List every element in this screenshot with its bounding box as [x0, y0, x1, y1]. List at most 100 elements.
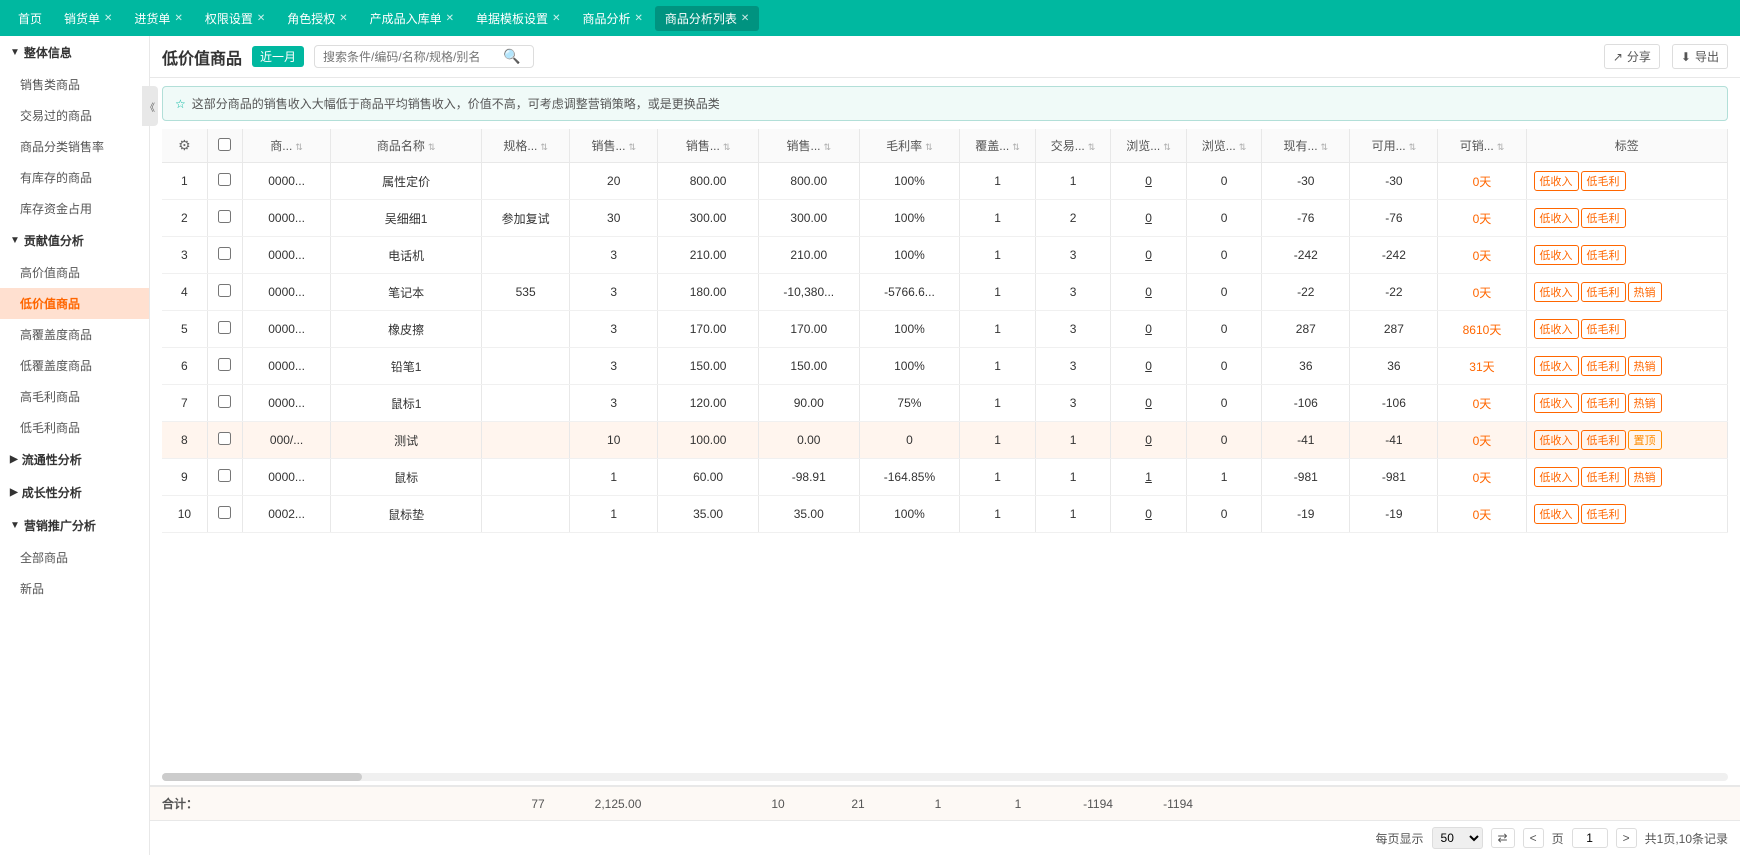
cell-browse1[interactable]: 0 — [1111, 422, 1187, 459]
first-page-button[interactable]: ⇄ — [1491, 828, 1515, 848]
browse1-link[interactable]: 0 — [1145, 396, 1152, 410]
cell-checkbox[interactable] — [207, 422, 242, 459]
scrollbar-thumb[interactable] — [162, 773, 362, 781]
nav-permission[interactable]: 权限设置 ✕ — [195, 6, 275, 31]
sidebar-item-high-margin[interactable]: 高毛利商品 — [0, 381, 149, 412]
nav-goods-analysis-list[interactable]: 商品分析列表 ✕ — [655, 6, 759, 31]
th-coverage[interactable]: 覆盖...⇅ — [960, 129, 1036, 163]
cell-browse1[interactable]: 0 — [1111, 200, 1187, 237]
sidebar-item-high-value[interactable]: 高价值商品 — [0, 257, 149, 288]
sidebar-item-sales-goods[interactable]: 销售类商品 — [0, 69, 149, 100]
th-stock[interactable]: 现有...⇅ — [1262, 129, 1350, 163]
row-checkbox[interactable] — [218, 432, 231, 445]
cell-browse1[interactable]: 1 — [1111, 459, 1187, 496]
th-avail[interactable]: 可用...⇅ — [1350, 129, 1438, 163]
browse1-link[interactable]: 0 — [1145, 359, 1152, 373]
browse1-link[interactable]: 1 — [1145, 470, 1152, 484]
row-checkbox[interactable] — [218, 469, 231, 482]
cell-checkbox[interactable] — [207, 311, 242, 348]
per-page-select[interactable]: 50 20 100 — [1432, 827, 1483, 849]
nav-home[interactable]: 首页 — [8, 6, 52, 31]
th-name[interactable]: 商品名称⇅ — [331, 129, 482, 163]
horizontal-scrollbar[interactable] — [162, 773, 1728, 781]
th-browse2[interactable]: 浏览...⇅ — [1186, 129, 1262, 163]
sidebar-item-stocked-goods[interactable]: 有库存的商品 — [0, 162, 149, 193]
th-sales-amount[interactable]: 销售...⇅ — [758, 129, 859, 163]
settings-icon[interactable]: ⚙ — [178, 137, 191, 153]
row-checkbox[interactable] — [218, 247, 231, 260]
sidebar-collapse-button[interactable]: 《 — [142, 86, 158, 126]
sidebar-item-high-coverage[interactable]: 高覆盖度商品 — [0, 319, 149, 350]
row-checkbox[interactable] — [218, 321, 231, 334]
th-spec[interactable]: 规格...⇅ — [482, 129, 570, 163]
row-checkbox[interactable] — [218, 210, 231, 223]
nav-product-inbound[interactable]: 产成品入库单 ✕ — [360, 6, 464, 31]
cell-browse1[interactable]: 0 — [1111, 237, 1187, 274]
select-all-checkbox[interactable] — [218, 138, 231, 151]
sidebar-item-low-margin[interactable]: 低毛利商品 — [0, 412, 149, 443]
browse1-link[interactable]: 0 — [1145, 322, 1152, 336]
row-checkbox[interactable] — [218, 358, 231, 371]
prev-page-button[interactable]: < — [1523, 828, 1544, 848]
next-page-button[interactable]: > — [1616, 828, 1637, 848]
export-button[interactable]: ⬇ 导出 — [1672, 44, 1728, 69]
th-margin[interactable]: 毛利率⇅ — [859, 129, 960, 163]
browse1-link[interactable]: 0 — [1145, 248, 1152, 262]
th-sales-price[interactable]: 销售...⇅ — [658, 129, 759, 163]
cell-browse1[interactable]: 0 — [1111, 385, 1187, 422]
cell-browse1[interactable]: 0 — [1111, 311, 1187, 348]
sidebar-item-all-goods[interactable]: 全部商品 — [0, 542, 149, 573]
nav-close-product[interactable]: ✕ — [446, 13, 454, 24]
search-input[interactable] — [323, 50, 503, 64]
nav-goods-analysis[interactable]: 商品分析 ✕ — [572, 6, 652, 31]
sidebar-group-circulation[interactable]: ▶ 流通性分析 — [0, 443, 149, 476]
nav-close-sales[interactable]: ✕ — [104, 13, 112, 24]
cell-browse1[interactable]: 0 — [1111, 496, 1187, 533]
search-icon[interactable]: 🔍 — [503, 48, 520, 65]
browse1-link[interactable]: 0 — [1145, 211, 1152, 225]
sidebar-item-new-goods[interactable]: 新品 — [0, 573, 149, 604]
browse1-link[interactable]: 0 — [1145, 285, 1152, 299]
cell-checkbox[interactable] — [207, 385, 242, 422]
nav-template[interactable]: 单据模板设置 ✕ — [466, 6, 570, 31]
nav-close-role[interactable]: ✕ — [339, 13, 347, 24]
th-browse1[interactable]: 浏览...⇅ — [1111, 129, 1187, 163]
nav-sales-order[interactable]: 销货单 ✕ — [54, 6, 122, 31]
sidebar-item-low-value[interactable]: 低价值商品 — [0, 288, 149, 319]
row-checkbox[interactable] — [218, 506, 231, 519]
row-checkbox[interactable] — [218, 173, 231, 186]
cell-browse1[interactable]: 0 — [1111, 348, 1187, 385]
th-trade[interactable]: 交易...⇅ — [1035, 129, 1111, 163]
sidebar-group-contribution[interactable]: ▼ 贡献值分析 — [0, 224, 149, 257]
cell-checkbox[interactable] — [207, 274, 242, 311]
nav-close-template[interactable]: ✕ — [552, 13, 560, 24]
browse1-link[interactable]: 0 — [1145, 507, 1152, 521]
sidebar-item-category-rate[interactable]: 商品分类销售率 — [0, 131, 149, 162]
th-code[interactable]: 商...⇅ — [243, 129, 331, 163]
sidebar-item-traded-goods[interactable]: 交易过的商品 — [0, 100, 149, 131]
nav-close-goods-list[interactable]: ✕ — [741, 13, 749, 24]
nav-purchase-order[interactable]: 进货单 ✕ — [124, 6, 192, 31]
th-days[interactable]: 可销...⇅ — [1438, 129, 1526, 163]
sidebar-item-inventory-capital[interactable]: 库存资金占用 — [0, 193, 149, 224]
row-checkbox[interactable] — [218, 284, 231, 297]
cell-checkbox[interactable] — [207, 200, 242, 237]
sidebar-group-marketing[interactable]: ▼ 营销推广分析 — [0, 509, 149, 542]
page-input[interactable] — [1572, 828, 1608, 848]
cell-checkbox[interactable] — [207, 163, 242, 200]
sidebar-group-growth[interactable]: ▶ 成长性分析 — [0, 476, 149, 509]
filter-tag-month[interactable]: 近一月 — [252, 46, 304, 67]
sidebar-item-low-coverage[interactable]: 低覆盖度商品 — [0, 350, 149, 381]
row-checkbox[interactable] — [218, 395, 231, 408]
th-sales-qty[interactable]: 销售...⇅ — [570, 129, 658, 163]
cell-checkbox[interactable] — [207, 348, 242, 385]
browse1-link[interactable]: 0 — [1145, 174, 1152, 188]
nav-close-purchase[interactable]: ✕ — [174, 13, 182, 24]
sidebar-group-overview[interactable]: ▼ 整体信息 — [0, 36, 149, 69]
cell-checkbox[interactable] — [207, 459, 242, 496]
nav-close-goods[interactable]: ✕ — [634, 13, 642, 24]
nav-role-auth[interactable]: 角色授权 ✕ — [277, 6, 357, 31]
cell-checkbox[interactable] — [207, 237, 242, 274]
cell-browse1[interactable]: 0 — [1111, 274, 1187, 311]
browse1-link[interactable]: 0 — [1145, 433, 1152, 447]
